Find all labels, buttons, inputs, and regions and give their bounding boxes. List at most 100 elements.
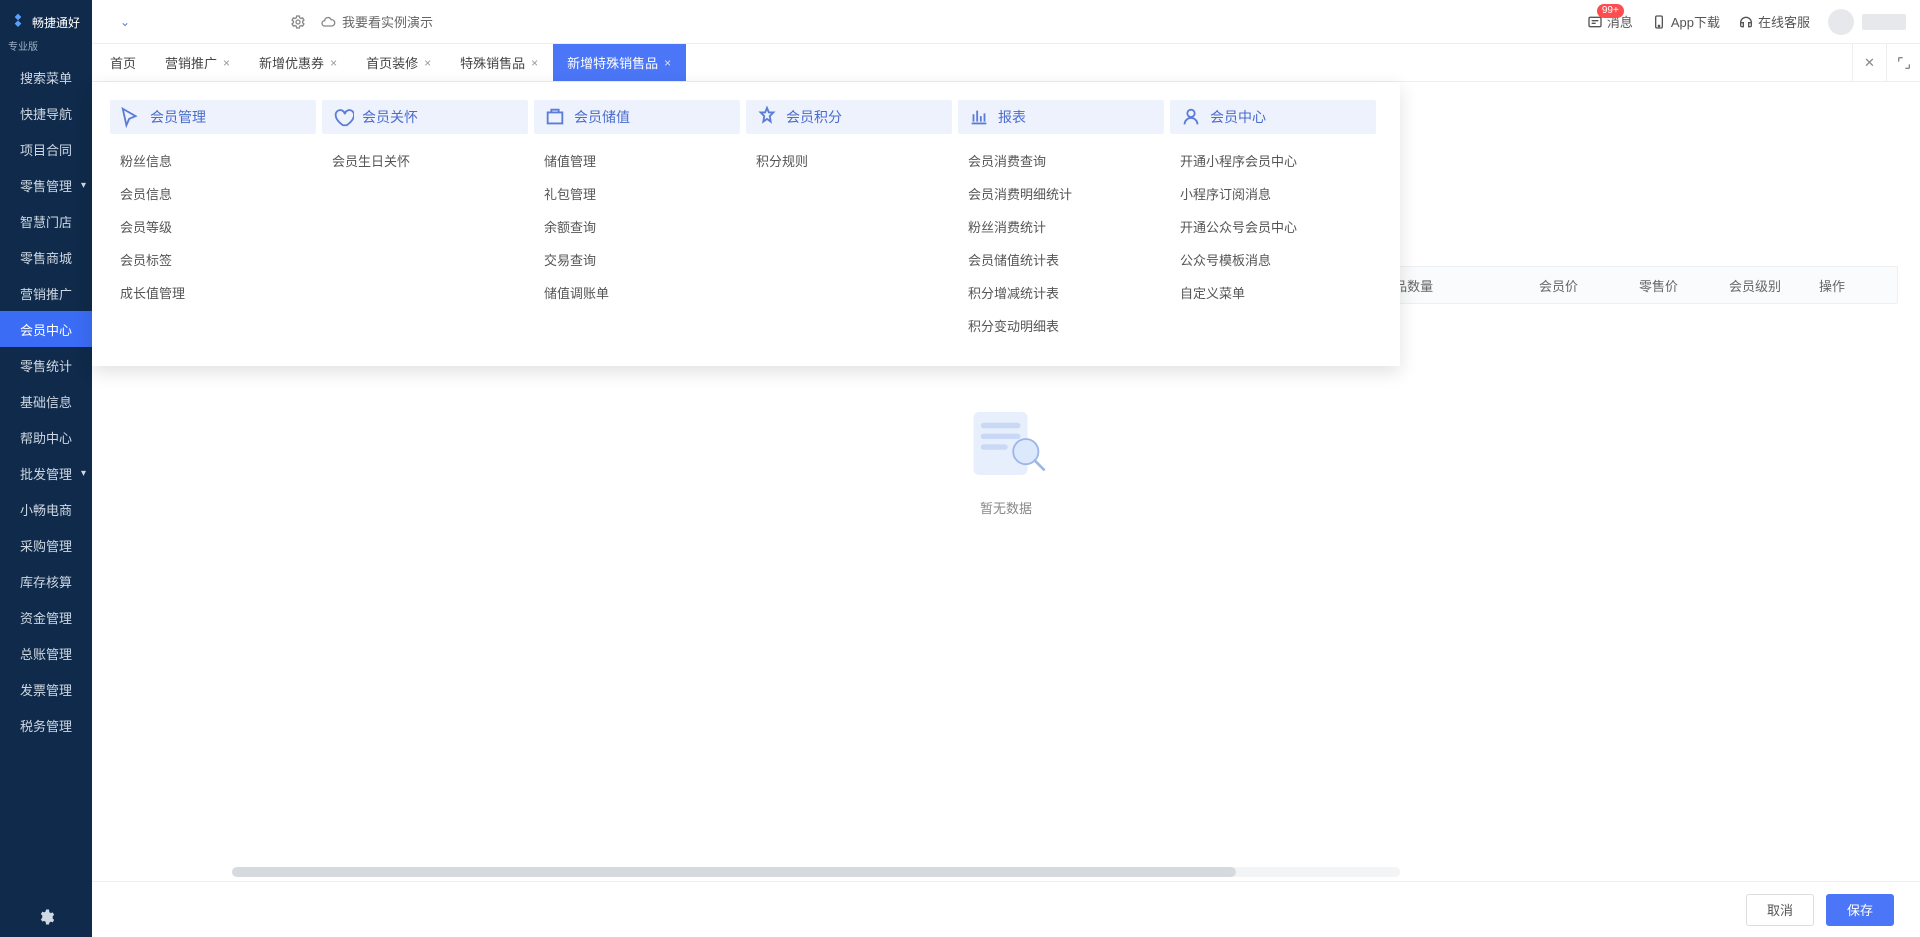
- brand-logo-icon: [8, 12, 28, 32]
- mega-link-2-3[interactable]: 交易查询: [534, 243, 746, 276]
- tab-label: 特殊销售品: [460, 53, 525, 72]
- mega-link-3-0[interactable]: 积分规则: [746, 144, 958, 177]
- settings-gear-icon[interactable]: [286, 10, 310, 34]
- close-icon[interactable]: ×: [531, 56, 538, 70]
- messages-button[interactable]: 99+ 消息: [1587, 12, 1633, 31]
- mega-column-title: 会员积分: [786, 107, 842, 127]
- mega-link-5-2[interactable]: 开通公众号会员中心: [1170, 210, 1382, 243]
- horizontal-scrollbar[interactable]: [232, 867, 1400, 877]
- tab-4[interactable]: 特殊销售品 ×: [446, 44, 553, 81]
- headset-icon: [1738, 14, 1754, 30]
- mega-link-0-0[interactable]: 粉丝信息: [110, 144, 322, 177]
- user-menu[interactable]: [1828, 9, 1906, 35]
- brand-edition: 专业版: [0, 38, 92, 59]
- mega-icon: [544, 106, 566, 128]
- mega-icon: [756, 106, 778, 128]
- sidebar-item-1[interactable]: 快捷导航: [0, 95, 92, 131]
- close-icon[interactable]: ×: [223, 56, 230, 70]
- mega-column-header: 会员积分: [746, 100, 952, 134]
- chevron-down-icon: ▾: [81, 180, 86, 191]
- mega-link-4-2[interactable]: 粉丝消费统计: [958, 210, 1170, 243]
- mega-link-0-4[interactable]: 成长值管理: [110, 276, 322, 309]
- mega-column-3: 会员积分积分规则: [746, 100, 958, 342]
- tab-2[interactable]: 新增优惠券×: [245, 44, 352, 81]
- mega-link-4-0[interactable]: 会员消费查询: [958, 144, 1170, 177]
- org-selector[interactable]: ⌄: [106, 11, 276, 33]
- mega-link-0-1[interactable]: 会员信息: [110, 177, 322, 210]
- mega-column-header: 会员储值: [534, 100, 740, 134]
- mega-link-5-3[interactable]: 公众号模板消息: [1170, 243, 1382, 276]
- footer-bar: 取消 保存: [92, 881, 1920, 937]
- scrollbar-thumb[interactable]: [232, 867, 1236, 877]
- mega-link-4-4[interactable]: 积分增减统计表: [958, 276, 1170, 309]
- mega-column-header: 会员中心: [1170, 100, 1376, 134]
- tab-close-all-button[interactable]: ✕: [1852, 44, 1886, 81]
- app-download-button[interactable]: App下载: [1651, 12, 1720, 31]
- sidebar: 畅捷通好 专业版 搜索菜单快捷导航项目合同零售管理▾智慧门店零售商城营销推广会员…: [0, 0, 92, 937]
- sidebar-item-18[interactable]: 税务管理: [0, 707, 92, 743]
- chevron-down-icon: ⌄: [120, 15, 130, 29]
- tab-expand-button[interactable]: [1886, 44, 1920, 81]
- app-download-label: App下载: [1671, 12, 1720, 31]
- sidebar-item-11[interactable]: 批发管理▾: [0, 455, 92, 491]
- tab-label: 营销推广: [165, 53, 217, 72]
- mega-link-1-0[interactable]: 会员生日关怀: [322, 144, 534, 177]
- close-icon[interactable]: ×: [664, 56, 671, 70]
- mega-link-5-0[interactable]: 开通小程序会员中心: [1170, 144, 1382, 177]
- th-member-level: 会员级别: [1717, 276, 1807, 295]
- close-icon[interactable]: ×: [424, 56, 431, 70]
- mega-icon: [120, 106, 142, 128]
- mega-icon: [332, 106, 354, 128]
- demo-link[interactable]: 我要看实例演示: [320, 12, 433, 31]
- mega-link-2-1[interactable]: 礼包管理: [534, 177, 746, 210]
- avatar: [1828, 9, 1854, 35]
- sidebar-footer: [0, 897, 92, 937]
- sidebar-item-5[interactable]: 零售商城: [0, 239, 92, 275]
- sidebar-item-17[interactable]: 发票管理: [0, 671, 92, 707]
- sidebar-item-12[interactable]: 小畅电商: [0, 491, 92, 527]
- online-service-button[interactable]: 在线客服: [1738, 12, 1810, 31]
- tab-3[interactable]: 首页装修 ×: [352, 44, 446, 81]
- mega-column-4: 报表会员消费查询会员消费明细统计粉丝消费统计会员储值统计表积分增减统计表积分变动…: [958, 100, 1170, 342]
- mega-link-4-5[interactable]: 积分变动明细表: [958, 309, 1170, 342]
- cloud-icon: [320, 14, 336, 30]
- sidebar-item-0[interactable]: 搜索菜单: [0, 59, 92, 95]
- mega-link-4-3[interactable]: 会员储值统计表: [958, 243, 1170, 276]
- mega-link-4-1[interactable]: 会员消费明细统计: [958, 177, 1170, 210]
- mega-link-5-1[interactable]: 小程序订阅消息: [1170, 177, 1382, 210]
- tab-label: 首页装修: [366, 53, 418, 72]
- mega-link-2-4[interactable]: 储值调账单: [534, 276, 746, 309]
- tab-5[interactable]: 新增特殊销售品×: [553, 44, 686, 81]
- close-icon[interactable]: ×: [330, 56, 337, 70]
- sidebar-item-14[interactable]: 库存核算: [0, 563, 92, 599]
- save-button[interactable]: 保存: [1826, 894, 1894, 926]
- sidebar-item-9[interactable]: 基础信息: [0, 383, 92, 419]
- mega-link-2-0[interactable]: 储值管理: [534, 144, 746, 177]
- tab-1[interactable]: 营销推广 ×: [151, 44, 245, 81]
- tab-0[interactable]: 首页: [96, 44, 151, 81]
- mega-link-0-2[interactable]: 会员等级: [110, 210, 322, 243]
- mega-link-2-2[interactable]: 余额查询: [534, 210, 746, 243]
- sidebar-item-16[interactable]: 总账管理: [0, 635, 92, 671]
- online-service-label: 在线客服: [1758, 12, 1810, 31]
- sidebar-item-4[interactable]: 智慧门店: [0, 203, 92, 239]
- sidebar-item-2[interactable]: 项目合同: [0, 131, 92, 167]
- mega-column-1: 会员关怀会员生日关怀: [322, 100, 534, 342]
- sidebar-item-10[interactable]: 帮助中心: [0, 419, 92, 455]
- expand-icon: [1896, 55, 1912, 71]
- sidebar-item-13[interactable]: 采购管理: [0, 527, 92, 563]
- mega-menu: 会员管理粉丝信息会员信息会员等级会员标签成长值管理会员关怀会员生日关怀会员储值储…: [92, 82, 1400, 366]
- mega-column-title: 报表: [998, 107, 1026, 127]
- sidebar-item-15[interactable]: 资金管理: [0, 599, 92, 635]
- sidebar-item-8[interactable]: 零售统计: [0, 347, 92, 383]
- mega-link-5-4[interactable]: 自定义菜单: [1170, 276, 1382, 309]
- sidebar-item-7[interactable]: 会员中心: [0, 311, 92, 347]
- settings-icon[interactable]: [37, 908, 55, 926]
- empty-state: 暂无数据: [114, 394, 1898, 517]
- sidebar-item-6[interactable]: 营销推广: [0, 275, 92, 311]
- mega-column-header: 会员管理: [110, 100, 316, 134]
- cancel-button[interactable]: 取消: [1746, 894, 1814, 926]
- mega-link-0-3[interactable]: 会员标签: [110, 243, 322, 276]
- sidebar-item-3[interactable]: 零售管理▾: [0, 167, 92, 203]
- messages-badge: 99+: [1597, 4, 1624, 18]
